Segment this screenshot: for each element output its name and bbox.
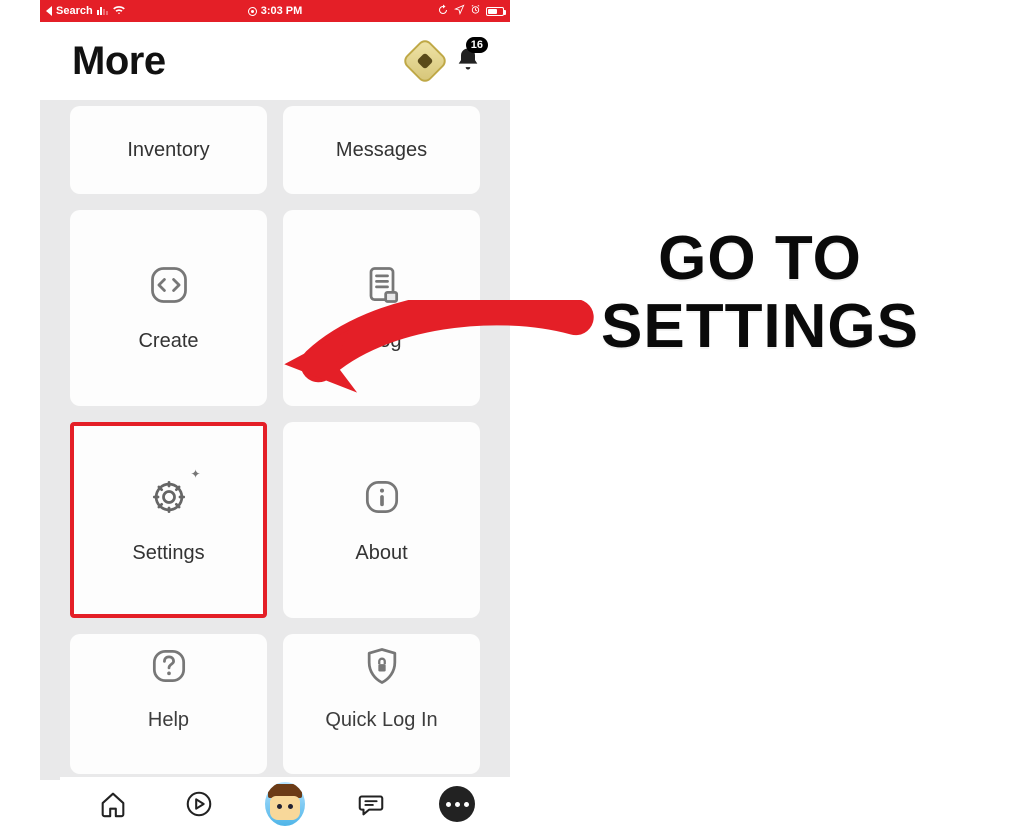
robux-icon[interactable] xyxy=(401,37,449,85)
menu-grid: Inventory Messages Create Blog Settings xyxy=(40,100,510,774)
alarm-icon xyxy=(470,4,481,18)
phone-mockup: Search 3:03 PM More xyxy=(40,0,510,780)
bell-icon xyxy=(454,60,482,77)
status-center: 3:03 PM xyxy=(201,5,350,17)
tile-inventory[interactable]: Inventory xyxy=(70,106,267,194)
gear-icon xyxy=(147,475,191,524)
callout-line: GO TO xyxy=(530,225,990,293)
wifi-icon xyxy=(112,4,126,18)
tile-help[interactable]: Help xyxy=(70,634,267,774)
nav-avatar[interactable] xyxy=(265,784,305,824)
page-title: More xyxy=(72,39,166,84)
callout-line: SETTINGS xyxy=(530,293,990,361)
avatar-icon xyxy=(265,782,305,826)
tile-label: Inventory xyxy=(127,139,209,162)
page-header: More 16 xyxy=(40,22,510,100)
bottom-nav xyxy=(60,777,510,831)
tile-quick-login[interactable]: Quick Log In xyxy=(283,634,480,774)
status-left: Search xyxy=(46,4,195,18)
notification-badge: 16 xyxy=(466,37,488,53)
tile-label: Quick Log In xyxy=(325,709,437,732)
tile-about[interactable]: About xyxy=(283,422,480,618)
nav-chat[interactable] xyxy=(351,784,391,824)
recording-icon xyxy=(248,7,257,16)
nav-more[interactable] xyxy=(437,784,477,824)
tile-label: Create xyxy=(138,330,198,353)
nav-play[interactable] xyxy=(179,784,219,824)
status-bar: Search 3:03 PM xyxy=(40,0,510,22)
tile-settings[interactable]: Settings xyxy=(70,422,267,618)
nav-home[interactable] xyxy=(93,784,133,824)
help-icon xyxy=(147,644,191,693)
status-right xyxy=(355,4,504,19)
back-caret-icon xyxy=(46,6,52,16)
tile-messages[interactable]: Messages xyxy=(283,106,480,194)
tile-label: About xyxy=(355,542,407,565)
tile-label: Settings xyxy=(132,542,204,565)
more-icon xyxy=(439,786,475,822)
shield-lock-icon xyxy=(360,644,404,693)
notifications-button[interactable]: 16 xyxy=(454,45,482,78)
battery-icon xyxy=(486,7,504,16)
code-icon xyxy=(147,263,191,312)
signal-icon xyxy=(97,7,108,15)
orientation-lock-icon xyxy=(437,4,449,19)
tile-blog[interactable]: Blog xyxy=(283,210,480,406)
location-icon xyxy=(454,4,465,18)
tile-label: Messages xyxy=(336,139,427,162)
tile-label: Help xyxy=(148,709,189,732)
header-actions: 16 xyxy=(408,44,482,78)
document-icon xyxy=(360,263,404,312)
back-app-label[interactable]: Search xyxy=(56,5,93,17)
tile-label: Blog xyxy=(361,330,401,353)
callout-text: GO TO SETTINGS xyxy=(530,225,990,361)
clock-label: 3:03 PM xyxy=(261,5,303,17)
info-icon xyxy=(360,475,404,524)
tile-create[interactable]: Create xyxy=(70,210,267,406)
